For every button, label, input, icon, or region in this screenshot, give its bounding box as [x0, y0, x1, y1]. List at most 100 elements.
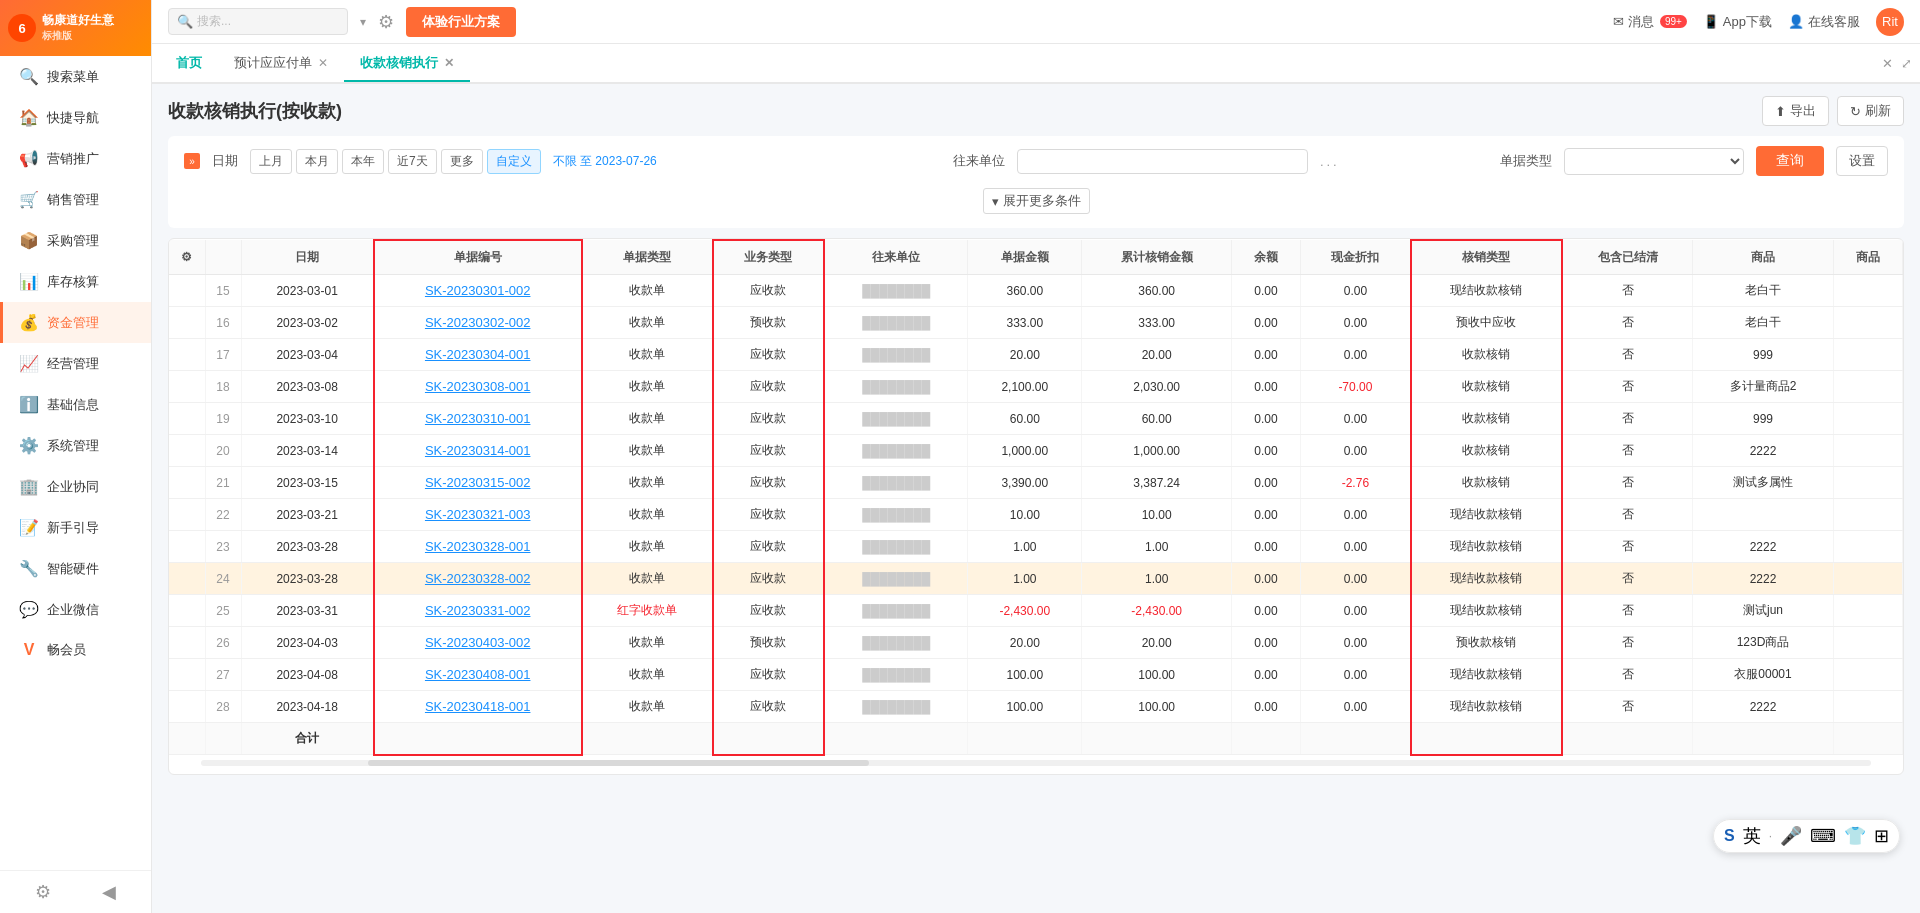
row-doc-no[interactable]: SK-20230331-002 [374, 595, 582, 627]
doc-no-link[interactable]: SK-20230408-001 [425, 667, 531, 682]
doc-type-select[interactable] [1564, 148, 1744, 175]
doc-no-link[interactable]: SK-20230310-001 [425, 411, 531, 426]
row-doc-no[interactable]: SK-20230310-001 [374, 403, 582, 435]
custom-date-button[interactable]: 自定义 [487, 149, 541, 174]
online-service-item[interactable]: 👤 在线客服 [1788, 13, 1860, 31]
keyboard-icon[interactable]: ⌨ [1810, 825, 1836, 847]
row-doc-no[interactable]: SK-20230403-002 [374, 627, 582, 659]
row-amount: 100.00 [968, 691, 1082, 723]
partner-input[interactable] [1017, 149, 1308, 174]
sidebar-item-basic[interactable]: ℹ️ 基础信息 [0, 384, 151, 425]
table-scrollbar[interactable] [201, 760, 1871, 766]
sidebar-item-search[interactable]: 🔍 搜索菜单 [0, 56, 151, 97]
col-balance[interactable]: 余额 [1232, 240, 1301, 275]
export-button[interactable]: ⬆ 导出 [1762, 96, 1829, 126]
gear-icon[interactable]: ⚙ [378, 11, 394, 33]
col-gear[interactable]: ⚙ [169, 240, 205, 275]
col-discount[interactable]: 现金折扣 [1301, 240, 1411, 275]
sidebar-item-finance[interactable]: 💰 资金管理 [0, 302, 151, 343]
query-button[interactable]: 查询 [1756, 146, 1824, 176]
sidebar-item-operations[interactable]: 📈 经营管理 [0, 343, 151, 384]
col-product2[interactable]: 商品 [1833, 240, 1902, 275]
sidebar-item-enterprise[interactable]: 🏢 企业协同 [0, 466, 151, 507]
col-amount[interactable]: 单据金额 [968, 240, 1082, 275]
this-month-button[interactable]: 本月 [296, 149, 338, 174]
col-doc-no[interactable]: 单据编号 [374, 240, 582, 275]
col-biz-type[interactable]: 业务类型 [713, 240, 824, 275]
sidebar-item-purchase[interactable]: 📦 采购管理 [0, 220, 151, 261]
doc-no-link[interactable]: SK-20230418-001 [425, 699, 531, 714]
col-cancel-type[interactable]: 核销类型 [1411, 240, 1562, 275]
sidebar-item-system[interactable]: ⚙️ 系统管理 [0, 425, 151, 466]
this-year-button[interactable]: 本年 [342, 149, 384, 174]
doc-no-link[interactable]: SK-20230315-002 [425, 475, 531, 490]
dropdown-chevron-icon[interactable]: ▾ [360, 15, 366, 29]
last-7days-button[interactable]: 近7天 [388, 149, 437, 174]
tab-prepay-close-icon[interactable]: ✕ [318, 56, 328, 70]
avatar[interactable]: Rit [1876, 8, 1904, 36]
english-icon[interactable]: 英 [1743, 824, 1761, 848]
col-cum-amount[interactable]: 累计核销金额 [1082, 240, 1232, 275]
doc-no-link[interactable]: SK-20230301-002 [425, 283, 531, 298]
col-doc-type[interactable]: 单据类型 [582, 240, 713, 275]
row-doc-no[interactable]: SK-20230408-001 [374, 659, 582, 691]
setting-button[interactable]: 设置 [1836, 146, 1888, 176]
doc-no-link[interactable]: SK-20230331-002 [425, 603, 531, 618]
refresh-button[interactable]: ↻ 刷新 [1837, 96, 1904, 126]
settings-icon[interactable]: ⚙ [35, 881, 51, 903]
sidebar-item-sales[interactable]: 🛒 销售管理 [0, 179, 151, 220]
sidebar-item-member[interactable]: V 畅会员 [0, 630, 151, 670]
doc-no-link[interactable]: SK-20230302-002 [425, 315, 531, 330]
row-doc-no[interactable]: SK-20230308-001 [374, 371, 582, 403]
row-doc-no[interactable]: SK-20230314-001 [374, 435, 582, 467]
row-doc-no[interactable]: SK-20230304-001 [374, 339, 582, 371]
col-date[interactable]: 日期 [241, 240, 374, 275]
doc-no-link[interactable]: SK-20230314-001 [425, 443, 531, 458]
tab-collection[interactable]: 收款核销执行 ✕ [344, 46, 470, 82]
industry-solution-button[interactable]: 体验行业方案 [406, 7, 516, 37]
tab-home[interactable]: 首页 [160, 46, 218, 82]
col-include-settled[interactable]: 包含已结清 [1562, 240, 1692, 275]
col-partner[interactable]: 往来单位 [824, 240, 968, 275]
last-month-button[interactable]: 上月 [250, 149, 292, 174]
row-doc-no[interactable]: SK-20230418-001 [374, 691, 582, 723]
tab-prepay[interactable]: 预计应应付单 ✕ [218, 46, 344, 82]
expand-window-icon[interactable]: ⤢ [1901, 56, 1912, 71]
sidebar-item-guide[interactable]: 📝 新手引导 [0, 507, 151, 548]
tab-collection-close-icon[interactable]: ✕ [444, 56, 454, 70]
sidebar-item-marketing[interactable]: 📢 营销推广 [0, 138, 151, 179]
sidebar-item-wechat[interactable]: 💬 企业微信 [0, 589, 151, 630]
doc-no-link[interactable]: SK-20230328-002 [425, 571, 531, 586]
row-balance: 0.00 [1232, 403, 1301, 435]
row-doc-no[interactable]: SK-20230301-002 [374, 275, 582, 307]
doc-no-link[interactable]: SK-20230403-002 [425, 635, 531, 650]
message-item[interactable]: ✉ 消息 99+ [1613, 13, 1687, 31]
row-doc-no[interactable]: SK-20230315-002 [374, 467, 582, 499]
shirt-icon[interactable]: 👕 [1844, 825, 1866, 847]
search-box[interactable]: 🔍 搜索... [168, 8, 348, 35]
date-filter-buttons: 上月 本月 本年 近7天 更多 自定义 [250, 149, 541, 174]
collapse-icon[interactable]: ◀ [102, 881, 116, 903]
row-doc-no[interactable]: SK-20230328-002 [374, 563, 582, 595]
doc-no-link[interactable]: SK-20230328-001 [425, 539, 531, 554]
expand-more-button[interactable]: ▾ 展开更多条件 [983, 188, 1090, 214]
table-scroll-thumb[interactable] [368, 760, 869, 766]
col-product[interactable]: 商品 [1693, 240, 1834, 275]
filter-expand-left[interactable]: » [184, 153, 200, 169]
row-doc-no[interactable]: SK-20230321-003 [374, 499, 582, 531]
doc-no-link[interactable]: SK-20230304-001 [425, 347, 531, 362]
row-doc-no[interactable]: SK-20230302-002 [374, 307, 582, 339]
grid-icon[interactable]: ⊞ [1874, 825, 1889, 847]
table-row: 242023-03-28SK-20230328-002收款单应收款███████… [169, 563, 1903, 595]
sidebar-item-hardware-label: 智能硬件 [47, 560, 99, 578]
doc-no-link[interactable]: SK-20230308-001 [425, 379, 531, 394]
sidebar-item-quicknav[interactable]: 🏠 快捷导航 [0, 97, 151, 138]
more-button[interactable]: 更多 [441, 149, 483, 174]
mic-icon[interactable]: 🎤 [1780, 825, 1802, 847]
doc-no-link[interactable]: SK-20230321-003 [425, 507, 531, 522]
close-window-icon[interactable]: ✕ [1882, 56, 1893, 71]
row-doc-no[interactable]: SK-20230328-001 [374, 531, 582, 563]
app-download-item[interactable]: 📱 App下载 [1703, 13, 1772, 31]
sidebar-item-inventory[interactable]: 📊 库存核算 [0, 261, 151, 302]
sidebar-item-hardware[interactable]: 🔧 智能硬件 [0, 548, 151, 589]
